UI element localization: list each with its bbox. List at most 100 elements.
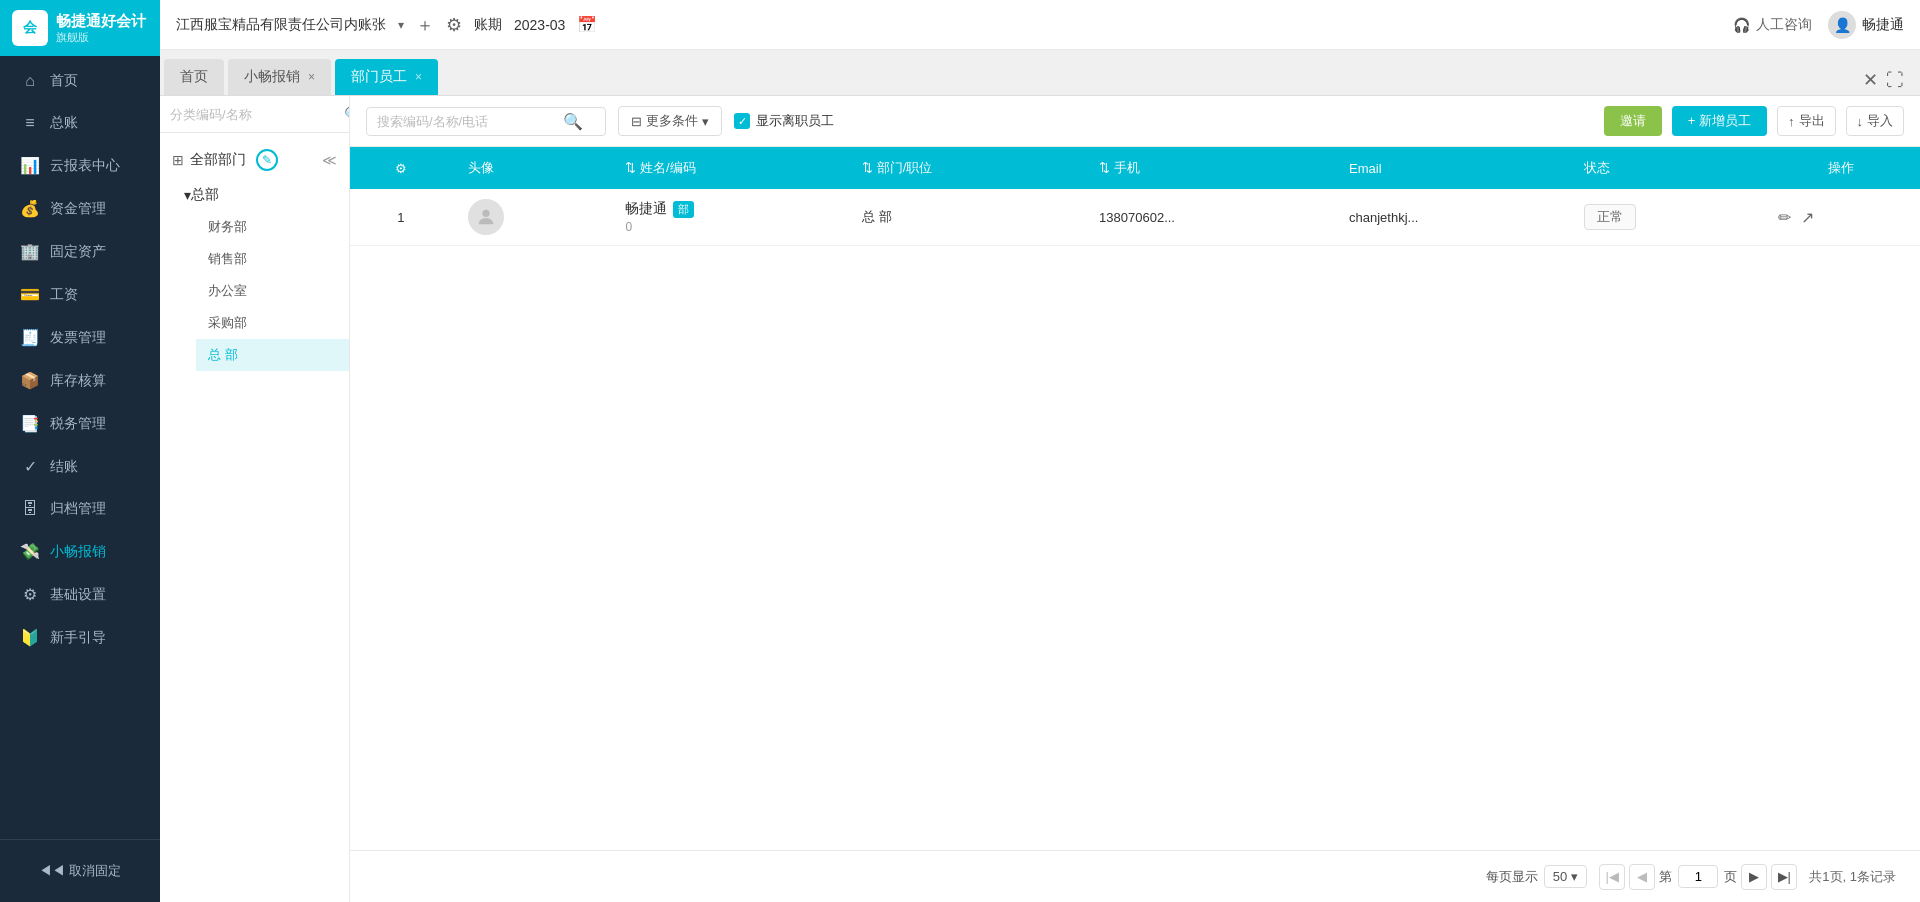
sidebar-item-salary[interactable]: 💳 工资 bbox=[0, 273, 160, 316]
page-prefix-label: 第 bbox=[1659, 868, 1672, 886]
customer-service-button[interactable]: 🎧 人工咨询 bbox=[1733, 16, 1812, 34]
tab-expense-close[interactable]: × bbox=[308, 70, 315, 84]
reports-icon: 📊 bbox=[20, 156, 40, 175]
add-employee-button[interactable]: + 新增员工 bbox=[1672, 106, 1767, 136]
next-page-button[interactable]: ▶ bbox=[1741, 864, 1767, 890]
sidebar-item-expense[interactable]: 💸 小畅报销 bbox=[0, 530, 160, 573]
page-input-wrap: 第 页 bbox=[1659, 865, 1737, 888]
sidebar-item-assets[interactable]: 🏢 固定资产 bbox=[0, 230, 160, 273]
cancel-fixed-button[interactable]: ◀◀ 取消固定 bbox=[0, 852, 160, 890]
row-actions: ✏ ↗ bbox=[1762, 189, 1920, 246]
employee-table-wrap: ⚙ 头像 ⇅ 姓名/编码 ⇅ 部门/职位 ⇅ 手机 Email 状态 操作 1 bbox=[350, 147, 1920, 850]
filter-icon: ⊟ bbox=[631, 114, 642, 129]
app-name: 畅捷通好会计 bbox=[56, 12, 146, 30]
dept-expand-icon: ▾ bbox=[184, 187, 191, 203]
export-button[interactable]: ↑ 导出 bbox=[1777, 106, 1836, 136]
dept-child-sales[interactable]: 销售部 bbox=[196, 243, 349, 275]
employee-search-icon[interactable]: 🔍 bbox=[563, 112, 583, 131]
maximize-window-icon[interactable]: ⛶ bbox=[1886, 70, 1904, 91]
sidebar-item-capital[interactable]: 💰 资金管理 bbox=[0, 187, 160, 230]
tab-dept-close[interactable]: × bbox=[415, 70, 422, 84]
close-window-icon[interactable]: ✕ bbox=[1863, 69, 1878, 91]
dept-child-finance[interactable]: 财务部 bbox=[196, 211, 349, 243]
row-phone: 138070602... bbox=[1083, 189, 1333, 246]
employee-table: ⚙ 头像 ⇅ 姓名/编码 ⇅ 部门/职位 ⇅ 手机 Email 状态 操作 1 bbox=[350, 147, 1920, 246]
settings-gear-icon[interactable]: ⚙ bbox=[446, 14, 462, 36]
employee-panel: 🔍 ⊟ 更多条件 ▾ ✓ 显示离职员工 邀请 + 新增员工 bbox=[350, 96, 1920, 902]
all-depts-row[interactable]: ⊞ 全部部门 ✎ ≪ bbox=[160, 141, 349, 179]
sidebar-item-inventory[interactable]: 📦 库存核算 bbox=[0, 359, 160, 402]
import-button[interactable]: ↓ 导入 bbox=[1846, 106, 1905, 136]
dept-edit-button[interactable]: ✎ bbox=[256, 149, 278, 171]
per-page-dropdown[interactable]: 50 ▾ bbox=[1544, 865, 1587, 888]
edit-icon[interactable]: ✏ bbox=[1778, 208, 1791, 227]
dept-child-general[interactable]: 总 部 bbox=[196, 339, 349, 371]
employee-search-input[interactable] bbox=[377, 114, 557, 129]
col-status: 状态 bbox=[1568, 147, 1763, 189]
row-name-code: 畅捷通 部 0 bbox=[609, 189, 846, 246]
tab-expense[interactable]: 小畅报销 × bbox=[228, 59, 331, 95]
col-phone[interactable]: ⇅ 手机 bbox=[1083, 147, 1333, 189]
per-page-value: 50 bbox=[1553, 869, 1567, 884]
avatar-placeholder bbox=[468, 199, 504, 235]
last-page-button[interactable]: ▶| bbox=[1771, 864, 1797, 890]
total-info: 共1页, 1条记录 bbox=[1809, 868, 1896, 886]
dept-collapse-icon[interactable]: ≪ bbox=[322, 152, 337, 168]
dept-search-input[interactable] bbox=[170, 107, 338, 122]
dept-search-area: 🔍 bbox=[160, 96, 349, 133]
import-icon: ↓ bbox=[1857, 114, 1864, 129]
sidebar-label-expense: 小畅报销 bbox=[50, 543, 106, 561]
row-email: chanjethkj... bbox=[1333, 189, 1568, 246]
dept-children: 财务部 销售部 办公室 采购部 总 部 bbox=[172, 211, 349, 371]
sidebar-label-invoice: 发票管理 bbox=[50, 329, 106, 347]
col-dept[interactable]: ⇅ 部门/职位 bbox=[846, 147, 1083, 189]
show-resigned-checkbox[interactable]: ✓ bbox=[734, 113, 750, 129]
sidebar-item-guide[interactable]: 🔰 新手引导 bbox=[0, 616, 160, 659]
sidebar-item-home[interactable]: ⌂ 首页 bbox=[0, 60, 160, 102]
sidebar-label-ledger: 总账 bbox=[50, 114, 78, 132]
leave-icon[interactable]: ↗ bbox=[1801, 208, 1814, 227]
dept-child-office[interactable]: 办公室 bbox=[196, 275, 349, 307]
avatar: 👤 bbox=[1828, 11, 1856, 39]
employee-code-text: 0 bbox=[625, 220, 830, 234]
tab-home[interactable]: 首页 bbox=[164, 59, 224, 95]
sidebar-item-settings[interactable]: ⚙ 基础设置 bbox=[0, 573, 160, 616]
col-actions: 操作 bbox=[1762, 147, 1920, 189]
tab-bar: 首页 小畅报销 × 部门员工 × ✕ ⛶ bbox=[160, 50, 1920, 96]
sidebar-bottom: ◀◀ 取消固定 bbox=[0, 839, 160, 902]
dept-child-purchase[interactable]: 采购部 bbox=[196, 307, 349, 339]
sidebar-item-ledger[interactable]: ≡ 总账 bbox=[0, 102, 160, 144]
company-dropdown-icon[interactable]: ▾ bbox=[398, 18, 404, 32]
sidebar-item-archive[interactable]: 🗄 归档管理 bbox=[0, 488, 160, 530]
tab-dept-employee[interactable]: 部门员工 × bbox=[335, 59, 438, 95]
logo-area: 会 畅捷通好会计 旗舰版 bbox=[0, 0, 160, 56]
all-depts-label: 全部部门 bbox=[190, 151, 246, 169]
dept-parent-label-zongbu[interactable]: ▾ 总部 bbox=[172, 179, 349, 211]
sidebar-item-invoice[interactable]: 🧾 发票管理 bbox=[0, 316, 160, 359]
col-settings[interactable]: ⚙ bbox=[350, 147, 452, 189]
sidebar-label-home: 首页 bbox=[50, 72, 78, 90]
export-icon: ↑ bbox=[1788, 114, 1795, 129]
tax-icon: 📑 bbox=[20, 414, 40, 433]
row-avatar bbox=[452, 189, 610, 246]
prev-page-button[interactable]: ◀ bbox=[1629, 864, 1655, 890]
nav-list: ⌂ 首页 ≡ 总账 📊 云报表中心 💰 资金管理 🏢 固定资产 💳 工资 🧾 发… bbox=[0, 56, 160, 839]
add-tab-button[interactable]: ＋ bbox=[416, 13, 434, 37]
top-right-area: 🎧 人工咨询 👤 畅捷通 bbox=[1733, 11, 1904, 39]
employee-toolbar: 🔍 ⊟ 更多条件 ▾ ✓ 显示离职员工 邀请 + 新增员工 bbox=[350, 96, 1920, 147]
page-number-input[interactable] bbox=[1678, 865, 1718, 888]
col-name[interactable]: ⇅ 姓名/编码 bbox=[609, 147, 846, 189]
sidebar-item-reports[interactable]: 📊 云报表中心 bbox=[0, 144, 160, 187]
sidebar-item-settle[interactable]: ✓ 结账 bbox=[0, 445, 160, 488]
user-info-button[interactable]: 👤 畅捷通 bbox=[1828, 11, 1904, 39]
show-resigned-toggle[interactable]: ✓ 显示离职员工 bbox=[734, 112, 834, 130]
sidebar-item-tax[interactable]: 📑 税务管理 bbox=[0, 402, 160, 445]
more-conditions-button[interactable]: ⊟ 更多条件 ▾ bbox=[618, 106, 722, 136]
employee-search-wrap: 🔍 bbox=[366, 107, 606, 136]
per-page-select: 每页显示 50 ▾ bbox=[1486, 865, 1587, 888]
first-page-button[interactable]: |◀ bbox=[1599, 864, 1625, 890]
employee-dept-badge: 部 bbox=[673, 201, 694, 218]
invite-button[interactable]: 邀请 bbox=[1604, 106, 1662, 136]
calendar-icon[interactable]: 📅 bbox=[577, 15, 597, 34]
sidebar-label-reports: 云报表中心 bbox=[50, 157, 120, 175]
